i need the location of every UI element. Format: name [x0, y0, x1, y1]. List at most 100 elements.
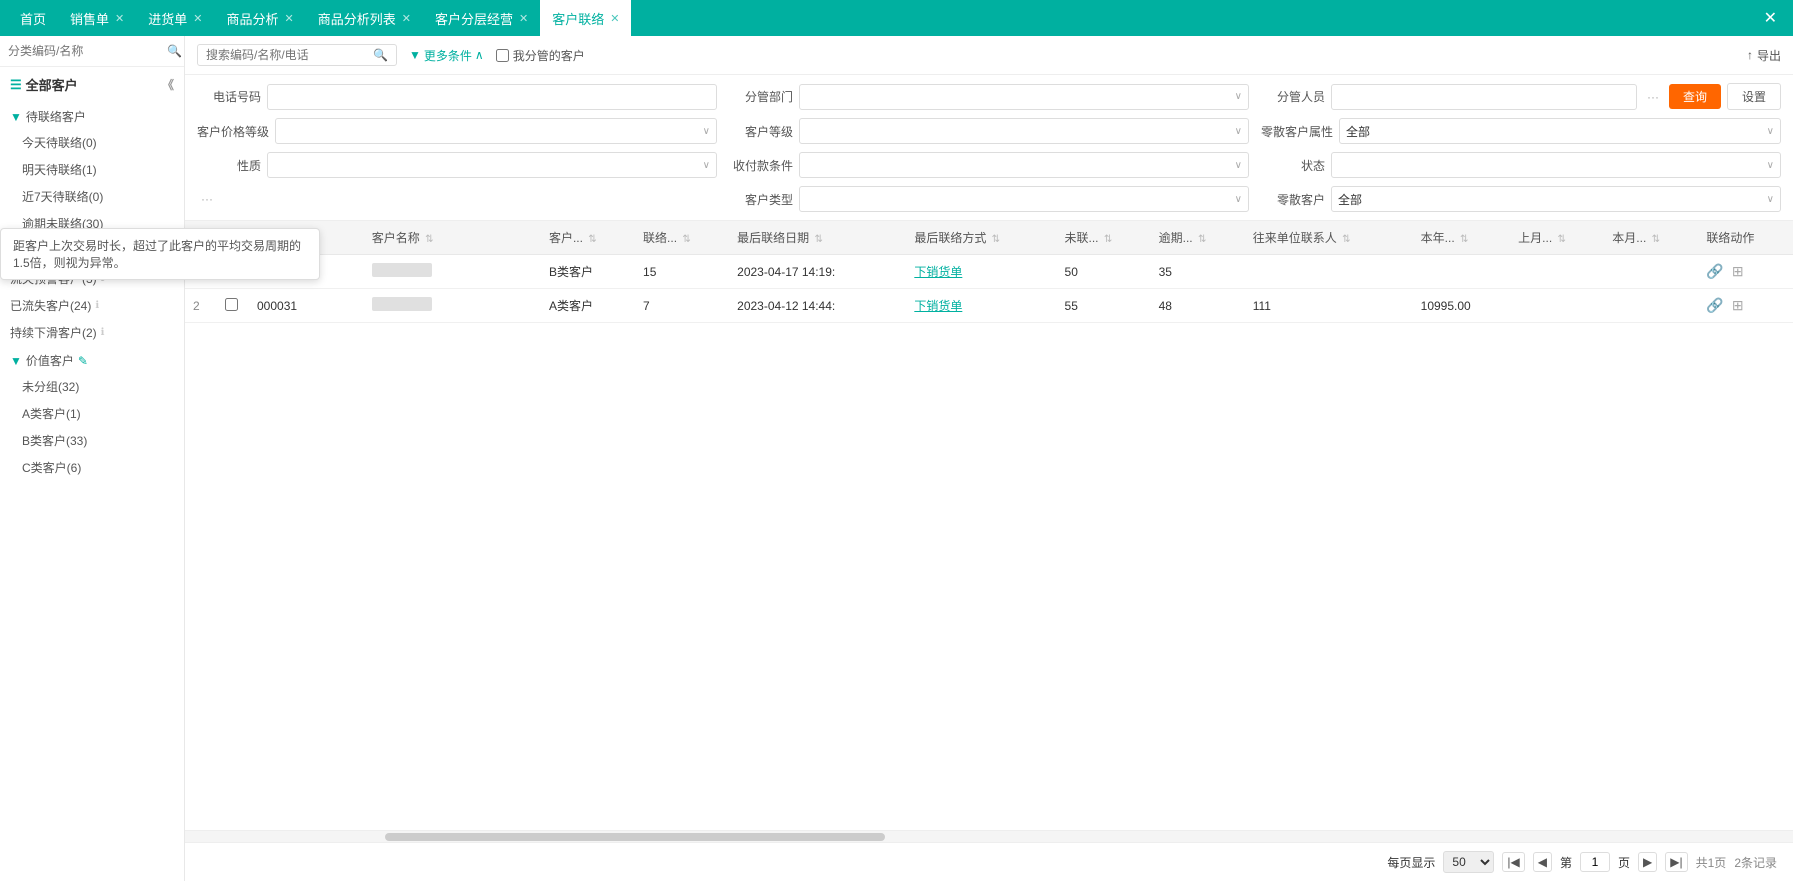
- row2-grid-icon[interactable]: ⊞: [1732, 297, 1744, 314]
- row2-contacts: 111: [1245, 289, 1413, 323]
- filter-dept-input[interactable]: ∨: [799, 84, 1249, 110]
- setting-button[interactable]: 设置: [1727, 83, 1781, 110]
- row2-select[interactable]: [225, 298, 238, 311]
- row2-actions: 🔗 ⊞: [1698, 289, 1793, 323]
- sort-name-icon: ⇅: [425, 234, 433, 245]
- row2-checkbox[interactable]: [217, 289, 249, 323]
- filter-retailcust-input[interactable]: 全部 ∨: [1331, 186, 1781, 212]
- horizontal-scrollbar[interactable]: [185, 830, 1793, 842]
- col-contacts-header[interactable]: 往来单位联系人 ⇅: [1245, 221, 1413, 255]
- nav-customer-contact-close[interactable]: ✕: [610, 12, 619, 25]
- nav-analysis-list-close[interactable]: ✕: [402, 12, 411, 25]
- sidebar-item-c-class[interactable]: C类客户(6): [0, 454, 184, 481]
- sidebar-item-churned[interactable]: 已流失客户(24) ℹ: [0, 292, 184, 319]
- col-thismonth-header[interactable]: 本月... ⇅: [1604, 221, 1698, 255]
- edit-value-icon[interactable]: ✎: [78, 354, 88, 368]
- nav-purchase[interactable]: 进货单 ✕: [136, 0, 214, 36]
- row1-link-icon[interactable]: 🔗: [1706, 263, 1723, 280]
- filter-manager-input[interactable]: [1331, 84, 1637, 110]
- export-btn[interactable]: ↑ 导出: [1747, 47, 1781, 64]
- next-page-btn[interactable]: ▶: [1638, 852, 1657, 872]
- row2-link-icon[interactable]: 🔗: [1706, 297, 1723, 314]
- sidebar-group-value[interactable]: ▼ 价值客户 ✎: [0, 346, 184, 373]
- main-search-icon[interactable]: 🔍: [373, 48, 388, 62]
- nav-analysis-list[interactable]: 商品分析列表 ✕: [306, 0, 423, 36]
- filter-payment-input[interactable]: ∨: [799, 152, 1249, 178]
- sidebar-group-pending[interactable]: ▼ 待联络客户: [0, 102, 184, 129]
- row1-lastdate: 2023-04-17 14:19:: [729, 255, 906, 289]
- filter-status: 状态 ∨: [1261, 152, 1781, 178]
- filter-phone-input[interactable]: [267, 84, 717, 110]
- sidebar-item-7days[interactable]: 近7天待联络(0): [0, 183, 184, 210]
- row1-level: B类客户: [541, 255, 635, 289]
- my-customer-checkbox[interactable]: 我分管的客户: [496, 47, 585, 64]
- filter-status-label: 状态: [1261, 157, 1325, 174]
- page-input[interactable]: [1580, 852, 1610, 872]
- col-contact-header[interactable]: 联络... ⇅: [635, 221, 729, 255]
- main-search-input[interactable]: [206, 48, 369, 62]
- scrollbar-thumb[interactable]: [385, 833, 885, 841]
- sidebar-search-input[interactable]: [8, 44, 163, 58]
- my-customer-input[interactable]: [496, 49, 509, 62]
- sidebar-item-tomorrow[interactable]: 明天待联络(1): [0, 156, 184, 183]
- query-button[interactable]: 查询: [1669, 84, 1721, 109]
- row1-grid-icon[interactable]: ⊞: [1732, 263, 1744, 280]
- last-page-btn[interactable]: ▶|: [1665, 852, 1687, 872]
- col-lastmethod-header[interactable]: 最后联络方式 ⇅: [906, 221, 1056, 255]
- nav-customer-tier-close[interactable]: ✕: [519, 12, 528, 25]
- filter-chevron: ∧: [475, 48, 484, 62]
- sidebar-collapse-btn[interactable]: 《: [162, 76, 174, 93]
- per-page-label: 每页显示: [1387, 854, 1435, 871]
- filter-manager: 分管人员 ··· 查询 设置: [1261, 83, 1781, 110]
- nav-purchase-close[interactable]: ✕: [193, 12, 202, 25]
- nav-sales[interactable]: 销售单 ✕: [58, 0, 136, 36]
- sidebar-search-area: 🔍: [0, 36, 184, 67]
- col-year-header[interactable]: 本年... ⇅: [1413, 221, 1511, 255]
- nav-sales-close[interactable]: ✕: [115, 12, 124, 25]
- nav-close-all[interactable]: ✕: [1756, 8, 1785, 28]
- nav-customer-tier[interactable]: 客户分层经营 ✕: [423, 0, 540, 36]
- sidebar-item-b-class[interactable]: B类客户(33): [0, 427, 184, 454]
- row2-lastmethod[interactable]: 下销货单: [906, 289, 1056, 323]
- filter-retailattr-input[interactable]: 全部 ∨: [1339, 118, 1781, 144]
- filter-customer-type: 客户类型 ∨: [729, 186, 1249, 212]
- table-row: 1 000039 B类客户 15 2023-04-17 14:19: 下销货单 …: [185, 255, 1793, 289]
- col-lastdate-header[interactable]: 最后联络日期 ⇅: [729, 221, 906, 255]
- sidebar-item-today[interactable]: 今天待联络(0): [0, 129, 184, 156]
- sidebar-item-unclassified[interactable]: 未分组(32): [0, 373, 184, 400]
- row1-lastmethod[interactable]: 下销货单: [906, 255, 1056, 289]
- col-overdue-header[interactable]: 逾期... ⇅: [1151, 221, 1245, 255]
- col-lastmonth-header[interactable]: 上月... ⇅: [1510, 221, 1604, 255]
- filter-gender: 性质 ∨: [197, 152, 717, 178]
- filter-custtype-input[interactable]: ∨: [799, 186, 1249, 212]
- col-name-header[interactable]: 客户名称 ⇅: [364, 221, 541, 255]
- filter-level: 客户等级 ∨: [729, 118, 1249, 144]
- sidebar-search-icon[interactable]: 🔍: [167, 44, 182, 58]
- sort-overdue-icon: ⇅: [1198, 234, 1206, 245]
- row2-contact: 7: [635, 289, 729, 323]
- filter-status-input[interactable]: ∨: [1331, 152, 1781, 178]
- filter-manager-ellipsis[interactable]: ···: [1643, 90, 1663, 104]
- nav-analysis[interactable]: 商品分析 ✕: [214, 0, 305, 36]
- filter-gender-input[interactable]: ∨: [267, 152, 717, 178]
- first-page-btn[interactable]: |◀: [1502, 852, 1524, 872]
- nav-analysis-close[interactable]: ✕: [285, 12, 294, 25]
- nav-home[interactable]: 首页: [8, 0, 58, 36]
- filter-pricelevel-input[interactable]: ∨: [275, 118, 717, 144]
- retailattr-chevron: ∨: [1767, 126, 1774, 137]
- page-size-select[interactable]: 50 20 100: [1443, 851, 1494, 873]
- filter-more-ellipsis[interactable]: ···: [197, 192, 217, 206]
- col-uncontact-header[interactable]: 未联... ⇅: [1057, 221, 1151, 255]
- sort-contacts-icon: ⇅: [1342, 234, 1350, 245]
- col-level-header[interactable]: 客户... ⇅: [541, 221, 635, 255]
- sidebar-item-declining[interactable]: 持续下滑客户(2) ℹ: [0, 319, 184, 346]
- row1-contact: 15: [635, 255, 729, 289]
- sidebar-all-customers[interactable]: ☰ 全部客户 《: [0, 67, 184, 102]
- row1-actions: 🔗 ⊞: [1698, 255, 1793, 289]
- prev-page-btn[interactable]: ◀: [1533, 852, 1552, 872]
- nav-customer-contact[interactable]: 客户联络 ✕: [540, 0, 631, 36]
- more-filter-btn[interactable]: ▼ 更多条件 ∧: [409, 47, 484, 64]
- filter-level-input[interactable]: ∨: [799, 118, 1249, 144]
- sidebar-item-a-class[interactable]: A类客户(1): [0, 400, 184, 427]
- tooltip-box: 距客户上次交易时长，超过了此客户的平均交易周期的1.5倍，则视为异常。: [0, 228, 184, 280]
